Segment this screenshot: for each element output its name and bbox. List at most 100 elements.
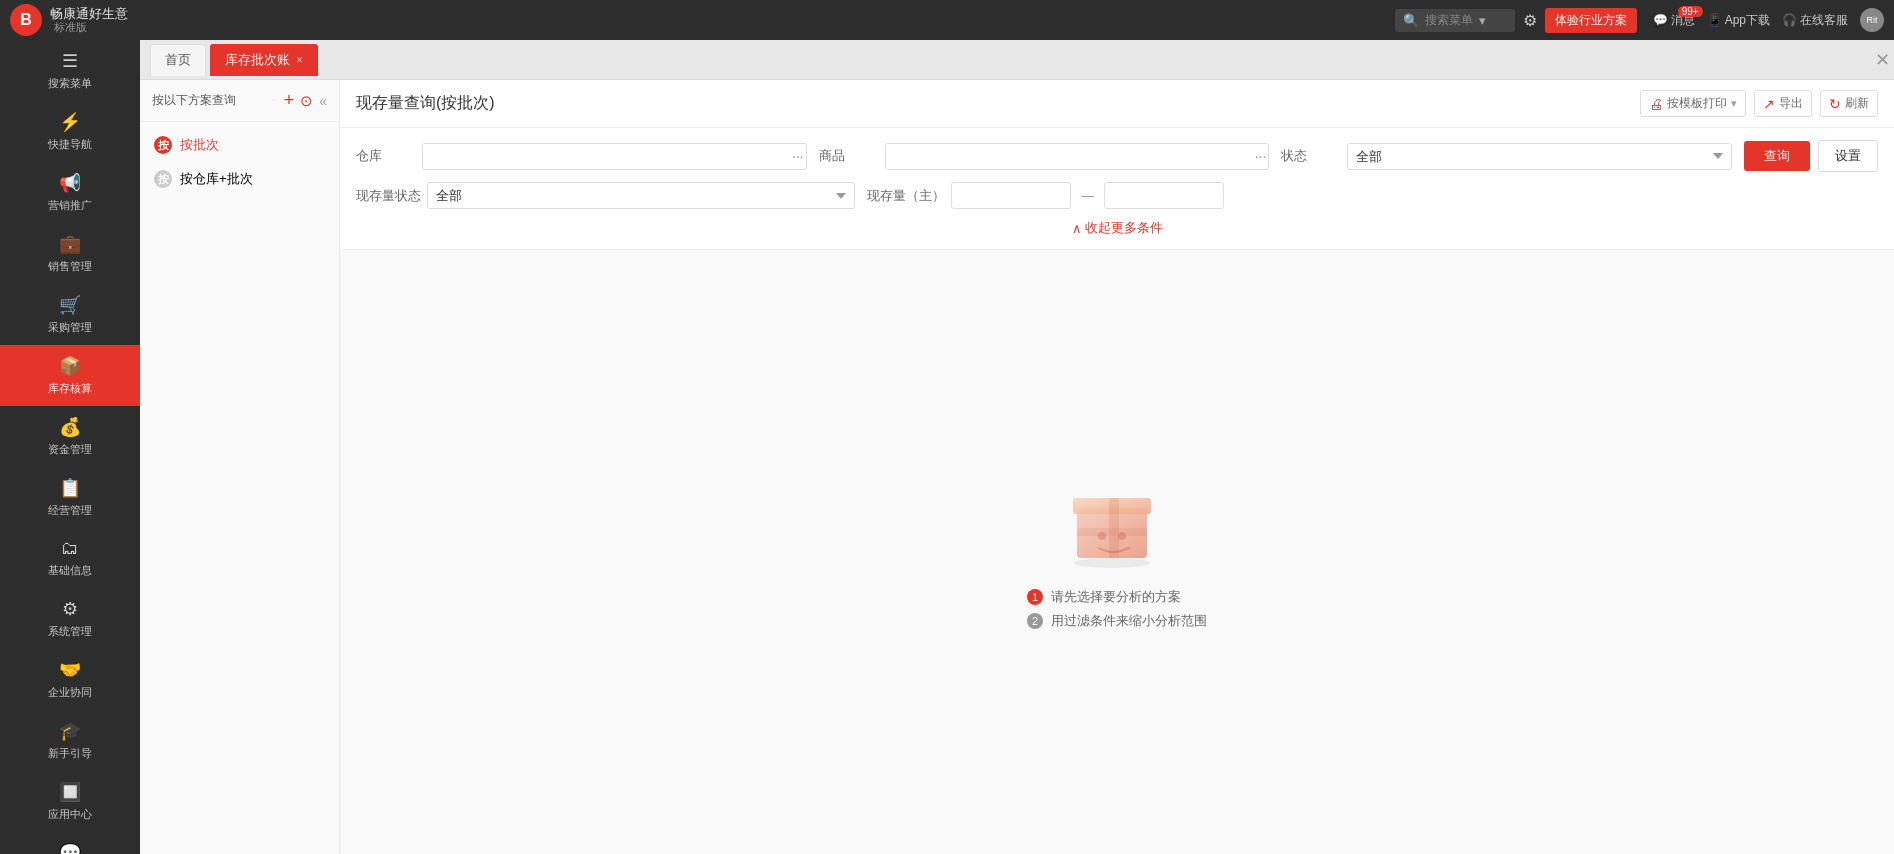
- sidebar-item-system[interactable]: ⚙ 系统管理: [0, 588, 140, 649]
- right-content: 现存量查询(按批次) 🖨 按模板打印 ▾ ↗ 导出 ↻: [340, 80, 1894, 854]
- enterprise-icon: 🤝: [59, 659, 81, 681]
- stock-qty-label: 现存量（主）: [867, 187, 945, 205]
- empty-tip-2: 2 用过滤条件来缩小分析范围: [1027, 612, 1207, 630]
- sidebar-item-basic[interactable]: 🗂 基础信息: [0, 528, 140, 588]
- empty-state: 1 请先选择要分析的方案 2 用过滤条件来缩小分析范围: [1027, 468, 1207, 636]
- sidebar-item-inventory[interactable]: 📦 库存核算: [0, 345, 140, 406]
- sidebar-item-label: 库存核算: [48, 381, 92, 396]
- tab-inventory-batch[interactable]: 库存批次账 ×: [210, 44, 318, 76]
- collapse-left-panel-icon[interactable]: «: [319, 93, 327, 109]
- settings-topbar-icon[interactable]: ⚙: [1523, 11, 1537, 30]
- empty-tip-1: 1 请先选择要分析的方案: [1027, 588, 1207, 606]
- sidebar-item-marketing[interactable]: 📢 营销推广: [0, 162, 140, 223]
- search-input-label: 搜索菜单: [1425, 12, 1473, 29]
- filter-stock-qty-group: 现存量（主） —: [867, 182, 1366, 209]
- export-btn[interactable]: ↗ 导出: [1754, 90, 1812, 117]
- system-icon: ⚙: [62, 598, 78, 620]
- refresh-icon: ↻: [1829, 96, 1841, 112]
- search-dropdown-icon[interactable]: ▾: [1479, 13, 1486, 28]
- app-logo: B: [10, 4, 42, 36]
- tab-home[interactable]: 首页: [150, 44, 206, 76]
- plan-icon-active: 按: [154, 136, 172, 154]
- search-menu-icon: ☰: [62, 50, 78, 72]
- svg-point-4: [1098, 532, 1106, 540]
- sidebar-item-quick-nav[interactable]: ⚡ 快捷导航: [0, 101, 140, 162]
- sidebar-item-guide[interactable]: 🎓 新手引导: [0, 710, 140, 771]
- filter-settings-btn[interactable]: 设置: [1818, 140, 1878, 172]
- stock-status-select[interactable]: 全部 有库存 无库存: [427, 182, 855, 209]
- collapse-label: 收起更多条件: [1085, 219, 1163, 237]
- stock-qty-to-input[interactable]: [1104, 182, 1224, 209]
- sidebar-item-finance[interactable]: 💰 资金管理: [0, 406, 140, 467]
- content-body: 1 请先选择要分析的方案 2 用过滤条件来缩小分析范围: [340, 250, 1894, 854]
- refresh-btn[interactable]: ↻ 刷新: [1820, 90, 1878, 117]
- sidebar-item-operations[interactable]: 📋 经营管理: [0, 467, 140, 528]
- message-badge: 99+: [1678, 6, 1703, 17]
- left-panel: 按以下方案查询 + ⊙ « 按 按批次 按 按仓库+批次: [140, 80, 340, 854]
- query-btn[interactable]: 查询: [1744, 141, 1810, 171]
- sidebar-item-label: 搜索菜单: [48, 76, 92, 91]
- sidebar-item-label: 系统管理: [48, 624, 92, 639]
- filter-product-group: 商品 ···: [819, 143, 1270, 170]
- warehouse-more-btn[interactable]: ···: [790, 148, 806, 164]
- plan-list: 按 按批次 按 按仓库+批次: [140, 122, 339, 202]
- print-btn-label: 按模板打印: [1667, 95, 1727, 112]
- export-icon: ↗: [1763, 96, 1775, 112]
- product-more-btn[interactable]: ···: [1253, 148, 1269, 164]
- quick-nav-icon: ⚡: [59, 111, 81, 133]
- avatar: Rit: [1860, 8, 1884, 32]
- plan-item-1[interactable]: 按 按批次: [140, 128, 339, 162]
- experience-btn[interactable]: 体验行业方案: [1545, 8, 1637, 33]
- sidebar-item-label: 新手引导: [48, 746, 92, 761]
- sales-icon: 💼: [59, 233, 81, 255]
- sidebar-item-app-center[interactable]: 🔲 应用中心: [0, 771, 140, 832]
- print-btn[interactable]: 🖨 按模板打印 ▾: [1640, 90, 1746, 117]
- app-title: 畅康通好生意: [50, 6, 128, 22]
- tabbar: 首页 库存批次账 × ✕: [140, 40, 1894, 80]
- marketing-icon: 📢: [59, 172, 81, 194]
- plan-item-label: 按批次: [180, 136, 219, 154]
- home-tab-label: 首页: [165, 51, 191, 69]
- phone-icon: 📱: [1707, 13, 1722, 27]
- messages-btn[interactable]: 💬 消息 99+: [1653, 12, 1695, 29]
- operations-icon: 📋: [59, 477, 81, 499]
- sidebar-item-enterprise-wx[interactable]: 💬 企业微信: [0, 832, 140, 854]
- sidebar-item-sales[interactable]: 💼 销售管理: [0, 223, 140, 284]
- online-service-btn[interactable]: 🎧 在线客服: [1782, 12, 1848, 29]
- message-icon: 💬: [1653, 13, 1668, 27]
- sidebar-item-search[interactable]: ☰ 搜索菜单: [0, 40, 140, 101]
- sidebar-item-label: 应用中心: [48, 807, 92, 822]
- plan-item-2[interactable]: 按 按仓库+批次: [140, 162, 339, 196]
- topbar-search[interactable]: 🔍 搜索菜单 ▾: [1395, 9, 1515, 32]
- app-subtitle: 标准版: [54, 21, 128, 34]
- warehouse-input-wrap: ···: [422, 143, 807, 170]
- print-dropdown-icon[interactable]: ▾: [1731, 97, 1737, 110]
- sidebar-item-label: 采购管理: [48, 320, 92, 335]
- sidebar-item-label: 快捷导航: [48, 137, 92, 152]
- left-panel-actions: + ⊙ «: [284, 90, 327, 111]
- product-input-wrap: ···: [885, 143, 1270, 170]
- page-header: 现存量查询(按批次) 🖨 按模板打印 ▾ ↗ 导出 ↻: [340, 80, 1894, 128]
- left-panel-title: 按以下方案查询: [152, 92, 236, 109]
- tip-text-2: 用过滤条件来缩小分析范围: [1051, 612, 1207, 630]
- warehouse-input[interactable]: [423, 144, 790, 169]
- basic-icon: 🗂: [61, 538, 79, 559]
- tab-close-icon[interactable]: ×: [296, 53, 303, 67]
- panel-close-btn[interactable]: ✕: [1871, 49, 1894, 71]
- sidebar-item-enterprise[interactable]: 🤝 企业协同: [0, 649, 140, 710]
- tip-text-1: 请先选择要分析的方案: [1051, 588, 1181, 606]
- app-download-btn[interactable]: 📱 App下载: [1707, 12, 1770, 29]
- sidebar-item-purchase[interactable]: 🛒 采购管理: [0, 284, 140, 345]
- sidebar-item-label: 基础信息: [48, 563, 92, 578]
- plan-settings-icon[interactable]: ⊙: [300, 92, 313, 110]
- status-select[interactable]: 全部 正常 停用: [1347, 143, 1732, 170]
- sidebar-item-label: 营销推广: [48, 198, 92, 213]
- add-plan-btn[interactable]: +: [284, 90, 295, 111]
- product-input[interactable]: [886, 144, 1253, 169]
- warehouse-label: 仓库: [356, 147, 416, 165]
- stock-status-label: 现存量状态: [356, 187, 421, 205]
- stock-qty-from-input[interactable]: [951, 182, 1071, 209]
- filter-row-1: 仓库 ··· 商品 ···: [356, 140, 1878, 172]
- collapse-more-btn[interactable]: ∧ 收起更多条件: [1072, 219, 1163, 237]
- user-avatar[interactable]: Rit: [1860, 8, 1884, 32]
